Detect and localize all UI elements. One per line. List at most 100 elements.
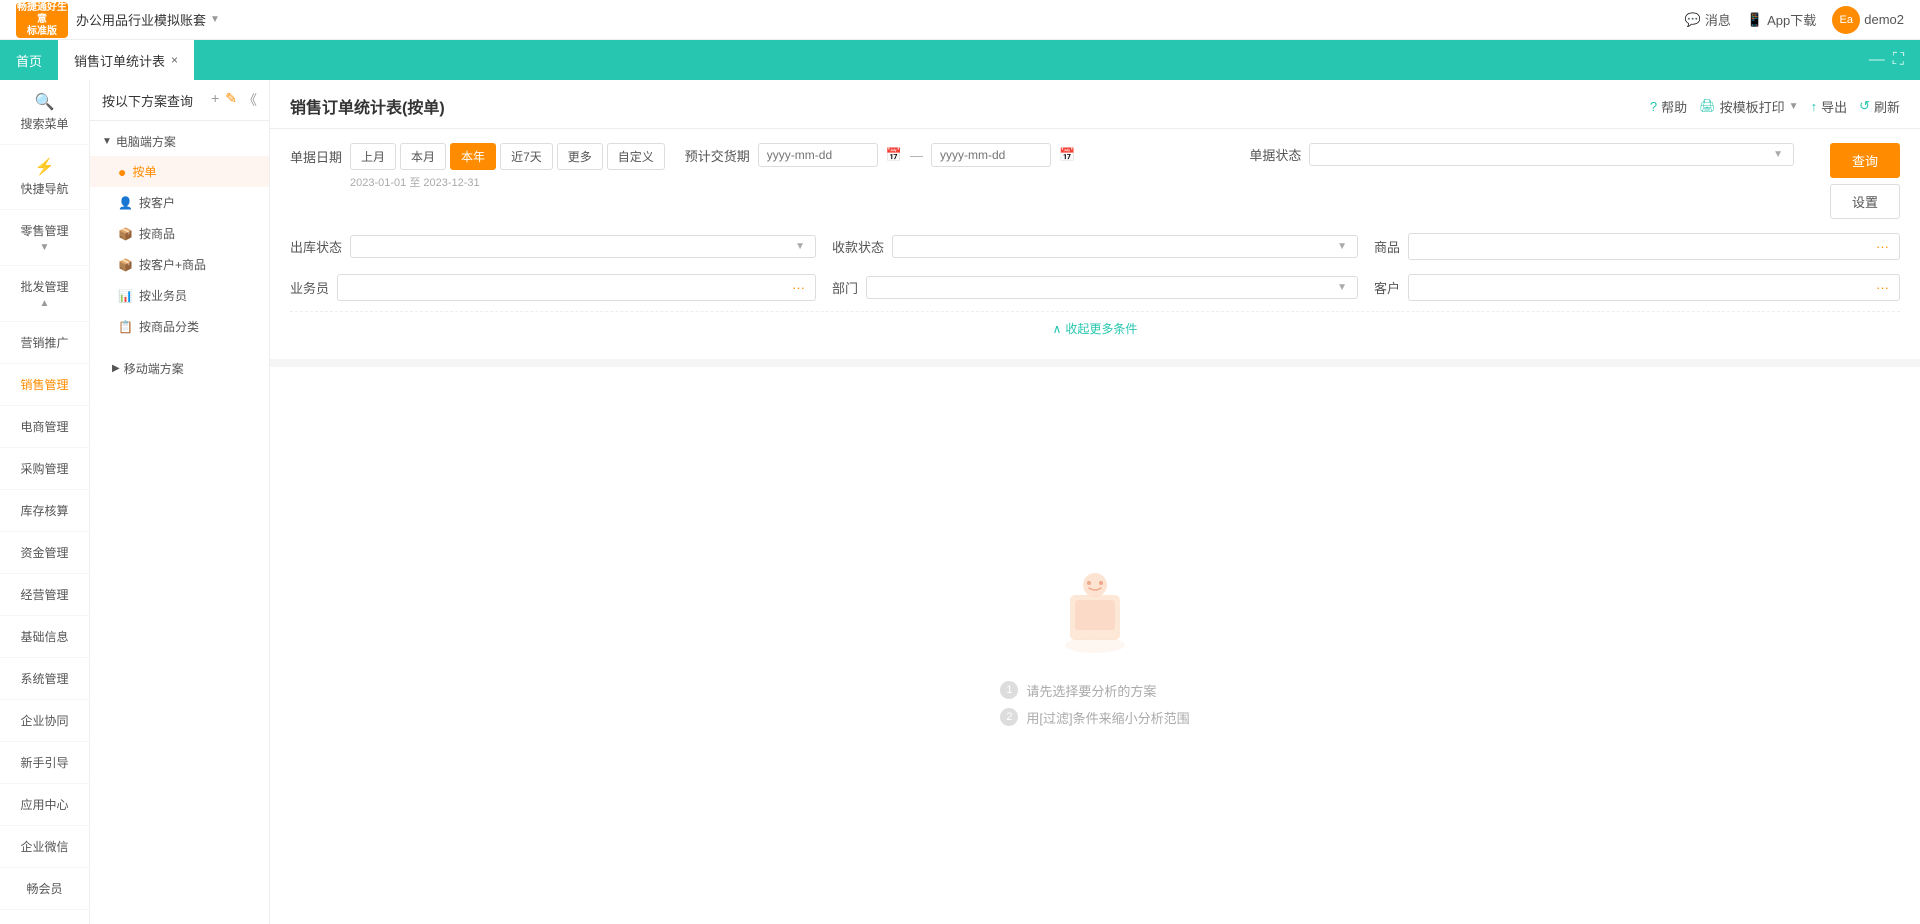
scheme-panel-header: 按以下方案查询 + ✎ 《 [90,80,269,121]
date-btn-custom[interactable]: 自定义 [607,143,665,170]
tab-home-label: 首页 [16,51,42,70]
empty-tip-2: 2 用[过滤]条件来缩小分析范围 [1000,708,1189,727]
single-date-label: 单据日期 [290,143,342,173]
scheme-item-by-goods[interactable]: 📦 按商品 [90,218,269,249]
single-status-label: 单据状态 [1249,145,1301,164]
customer-input[interactable]: ··· [1408,274,1900,301]
sidebar-item-search[interactable]: 🔍 搜索菜单 [0,80,89,145]
sidebar-item-ecommerce[interactable]: 电商管理 [0,406,89,448]
sidebar-item-inventory[interactable]: 库存核算 [0,490,89,532]
refresh-icon: ↺ [1859,98,1870,114]
expected-date-end-input[interactable] [931,143,1051,167]
sidebar-item-quicknav[interactable]: ⚡ 快捷导航 [0,145,89,210]
scheme-by-cat-icon: 📋 [118,320,133,334]
refresh-button[interactable]: ↺ 刷新 [1859,97,1900,116]
date-btn-this-month[interactable]: 本月 [400,143,446,170]
goods-ellipsis-icon[interactable]: ··· [1876,239,1889,254]
sidebar-basic-label: 基础信息 [20,628,68,645]
message-button[interactable]: 💬 消息 [1685,10,1731,29]
scheme-group-pc-header[interactable]: ▼ 电脑端方案 [90,127,269,156]
scheme-by-customer-label: 按客户 [139,194,175,211]
sidebar-collab-label: 企业协同 [20,712,68,729]
filter-row3: 业务员 ··· 部门 ▼ [290,274,1900,301]
top-bar-right: 💬 消息 📱 App下载 Ea demo2 [1685,6,1904,34]
tab-sales-order[interactable]: 销售订单统计表 × [58,40,194,80]
sidebar-ecommerce-label: 电商管理 [20,418,68,435]
scheme-collapse-button[interactable]: 《 [243,90,257,110]
main-layout: 🔍 搜索菜单 ⚡ 快捷导航 零售管理 ▼ 批发管理 ▲ 营销推广 销售管理 电商… [0,80,1920,924]
sidebar-item-purchase[interactable]: 采购管理 [0,448,89,490]
scheme-group-mobile-header[interactable]: ▶ 移动端方案 [90,354,269,383]
sales-person-label: 业务员 [290,278,329,297]
sidebar-item-apps[interactable]: 应用中心 [0,784,89,826]
sidebar-item-guide[interactable]: 新手引导 [0,742,89,784]
date-btn-7days[interactable]: 近7天 [500,143,553,170]
sidebar-item-collab[interactable]: 企业协同 [0,700,89,742]
scheme-item-by-customer-goods[interactable]: 📦 按客户+商品 [90,249,269,280]
collapse-arrow-icon: ∧ [1053,322,1062,336]
sales-person-ellipsis-icon[interactable]: ··· [792,280,805,295]
department-select[interactable]: ▼ [866,276,1358,299]
scheme-group-pc-arrow: ▼ [102,136,112,147]
date-btn-this-year[interactable]: 本年 [450,143,496,170]
sidebar-item-retail[interactable]: 零售管理 ▼ [0,210,89,266]
sidebar-apps-label: 应用中心 [20,796,68,813]
app-download-button[interactable]: 📱 App下载 [1747,10,1816,29]
scheme-edit-button[interactable]: ✎ [225,90,237,110]
scheme-panel-actions: + ✎ 《 [211,90,257,110]
sidebar-item-member[interactable]: 畅会员 [0,868,89,910]
tab-home[interactable]: 首页 [0,40,58,80]
app-download-icon: 📱 [1747,12,1763,28]
scheme-item-by-order[interactable]: ● 按单 [90,156,269,187]
template-print-button[interactable]: 🖨 按模板打印 ▼ [1699,97,1798,116]
sales-person-input[interactable]: ··· [337,274,816,301]
sidebar-guide-label: 新手引导 [20,754,68,771]
sidebar-member-label: 畅会员 [26,880,62,897]
tab-maximize-icon[interactable]: ⛶ [1893,51,1904,69]
tab-close-icon[interactable]: × [171,53,178,67]
date-btn-more[interactable]: 更多 [557,143,603,170]
scheme-group-mobile-label: 移动端方案 [124,360,184,377]
sidebar-item-sales[interactable]: 销售管理 [0,364,89,406]
user-profile[interactable]: Ea demo2 [1832,6,1904,34]
customer-ellipsis-icon[interactable]: ··· [1876,280,1889,295]
goods-input[interactable]: ··· [1408,233,1900,260]
help-icon: ? [1650,99,1657,114]
sidebar-item-wechat[interactable]: 企业微信 [0,826,89,868]
query-button[interactable]: 查询 [1830,143,1900,178]
scheme-by-sp-icon: 📊 [118,289,133,303]
workspace-selector[interactable]: 办公用品行业模拟账套 ▼ [76,10,220,29]
workspace-name: 办公用品行业模拟账套 [76,10,206,29]
help-label: 帮助 [1661,97,1687,116]
settings-button[interactable]: 设置 [1830,184,1900,219]
scheme-by-goods-label: 按商品 [139,225,175,242]
sidebar-item-marketing[interactable]: 营销推广 [0,322,89,364]
outbound-status-select[interactable]: ▼ [350,235,816,258]
expected-date-start-input[interactable] [758,143,878,167]
refresh-label: 刷新 [1874,97,1900,116]
single-status-dropdown-icon: ▼ [1773,149,1783,160]
tab-minimize-icon[interactable]: — [1869,51,1885,69]
department-dropdown-icon: ▼ [1337,282,1347,293]
sidebar-item-system[interactable]: 系统管理 [0,658,89,700]
date-dash: — [910,148,923,163]
tab-sales-order-label: 销售订单统计表 [74,51,165,70]
help-button[interactable]: ? 帮助 [1650,97,1687,116]
date-btn-last-month[interactable]: 上月 [350,143,396,170]
scheme-item-by-category[interactable]: 📋 按商品分类 [90,311,269,342]
scheme-by-cg-icon: 📦 [118,258,133,272]
collapse-filter-button[interactable]: ∧ 收起更多条件 [290,311,1900,345]
single-status-select[interactable]: ▼ [1309,143,1794,166]
sidebar-item-wholesale[interactable]: 批发管理 ▲ [0,266,89,322]
sidebar-item-basic[interactable]: 基础信息 [0,616,89,658]
receipt-status-select[interactable]: ▼ [892,235,1358,258]
scheme-add-button[interactable]: + [211,90,219,110]
empty-tips: 1 请先选择要分析的方案 2 用[过滤]条件来缩小分析范围 [1000,681,1189,727]
sidebar-item-finance[interactable]: 资金管理 [0,532,89,574]
scheme-item-by-customer[interactable]: 👤 按客户 [90,187,269,218]
sidebar-system-label: 系统管理 [20,670,68,687]
content-area: 按以下方案查询 + ✎ 《 ▼ 电脑端方案 ● 按单 👤 按 [90,80,1920,924]
sidebar-item-operation[interactable]: 经营管理 [0,574,89,616]
scheme-item-by-salesperson[interactable]: 📊 按业务员 [90,280,269,311]
export-button[interactable]: ↑ 导出 [1811,97,1848,116]
